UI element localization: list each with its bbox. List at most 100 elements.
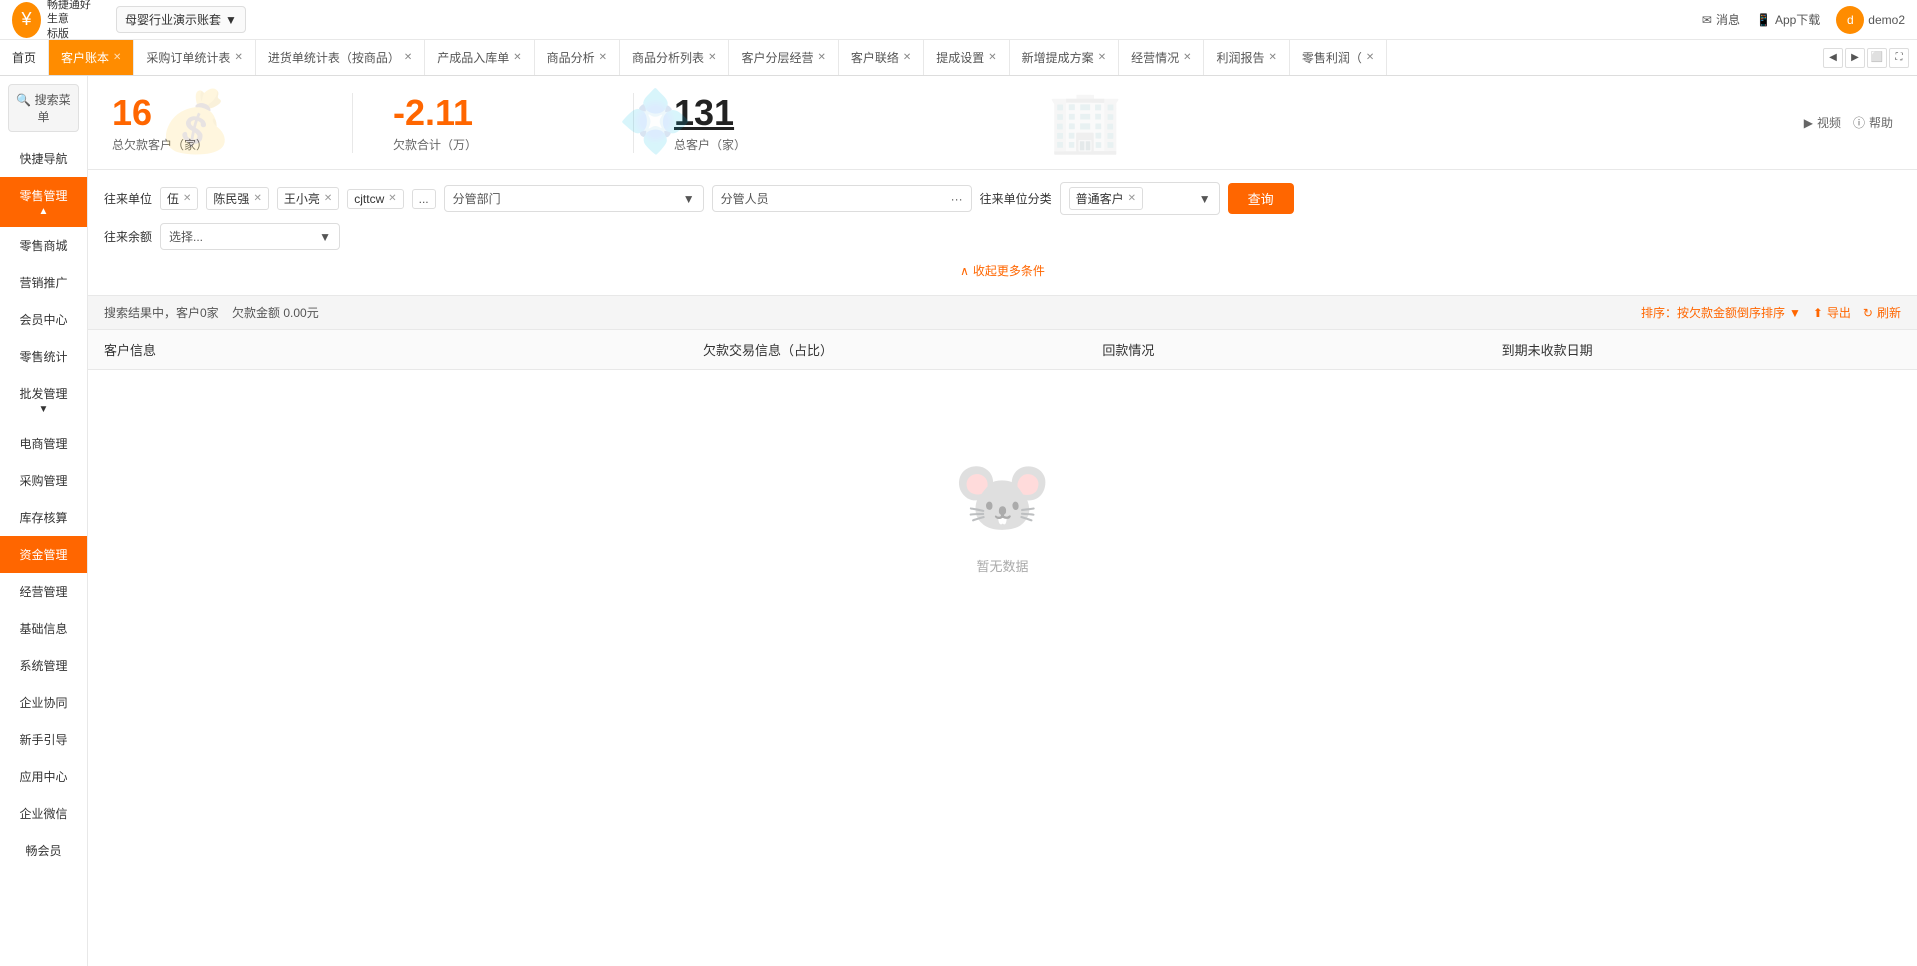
sidebar-item-enterprise-collab[interactable]: 企业协同 xyxy=(0,684,87,721)
filter-tag-chen[interactable]: 陈民强 ✕ xyxy=(206,187,268,210)
stat-block-2: -2.11 欠款合计（万） xyxy=(393,92,593,153)
stats-bar: 💰 💠 🏢 16 总欠款客户（家） -2.11 欠款合计（万） 131 总客户（… xyxy=(88,76,1917,170)
balance-input[interactable]: 选择... ▼ xyxy=(160,223,340,250)
unit-type-dropdown-icon: ▼ xyxy=(1199,192,1211,206)
tab-inbound-stats[interactable]: 进货单统计表（按商品） ✕ xyxy=(256,40,425,76)
sidebar-item-app-center[interactable]: 应用中心 xyxy=(0,758,87,795)
tab-customer-ledger[interactable]: 客户账本 ✕ xyxy=(49,40,134,76)
tab-prev-arrow[interactable]: ◀ xyxy=(1823,48,1843,68)
sidebar-item-ecommerce[interactable]: 电商管理 xyxy=(0,425,87,462)
sidebar-item-system[interactable]: 系统管理 xyxy=(0,647,87,684)
sidebar-item-member[interactable]: 畅会员 xyxy=(0,832,87,869)
tab-close-icon[interactable]: ✕ xyxy=(404,52,412,63)
tab-profit-report[interactable]: 利润报告 ✕ xyxy=(1204,40,1289,76)
tab-close-icon[interactable]: ✕ xyxy=(988,52,996,63)
sidebar-search-area: 🔍 搜索菜单 xyxy=(0,76,87,140)
tab-customer-layer[interactable]: 客户分层经营 ✕ xyxy=(729,40,838,76)
tab-commission-settings[interactable]: 提成设置 ✕ xyxy=(924,40,1009,76)
tab-close-icon[interactable]: ✕ xyxy=(1366,52,1374,63)
empty-state: 🐭 暂无数据 xyxy=(88,370,1917,655)
tab-purchase-order[interactable]: 采购订单统计表 ✕ xyxy=(134,40,255,76)
app-download-button[interactable]: 📱 App下载 xyxy=(1756,11,1820,28)
tab-new-commission[interactable]: 新增提成方案 ✕ xyxy=(1010,40,1119,76)
more-tags-button[interactable]: ... xyxy=(412,189,436,209)
filter-row-2: 往来余额 选择... ▼ xyxy=(104,223,1901,250)
message-button[interactable]: ✉ 消息 xyxy=(1702,11,1740,28)
sidebar-item-retail-mgmt[interactable]: 零售管理 ▲ xyxy=(0,177,87,227)
tab-bar: 首页 客户账本 ✕ 采购订单统计表 ✕ 进货单统计表（按商品） ✕ 产成品入库单… xyxy=(0,40,1917,76)
tab-close-icon[interactable]: ✕ xyxy=(817,52,825,63)
collapse-filter-button[interactable]: ∧ 收起更多条件 xyxy=(956,258,1049,283)
tab-close-icon[interactable]: ✕ xyxy=(234,52,242,63)
tab-close-icon[interactable]: ✕ xyxy=(113,52,121,63)
sort-selector[interactable]: 排序：按欠款金额倒序排序 ▼ xyxy=(1641,304,1801,321)
unit-type-selector[interactable]: 普通客户 ✕ ▼ xyxy=(1060,182,1220,215)
stat-divider-1 xyxy=(352,93,353,153)
filter-tag-wang[interactable]: 王小亮 ✕ xyxy=(277,187,339,210)
user-profile[interactable]: d demo2 xyxy=(1836,6,1905,34)
tab-close-icon[interactable]: ✕ xyxy=(1269,52,1277,63)
balance-dropdown-icon: ▼ xyxy=(319,230,331,244)
stat-bg-icon-3: 🏢 xyxy=(1048,86,1123,157)
sidebar-item-retail-mall[interactable]: 零售商城 xyxy=(0,227,87,264)
tab-close-icon[interactable]: ✕ xyxy=(903,52,911,63)
sidebar-item-operations[interactable]: 经营管理 xyxy=(0,573,87,610)
unit-type-tag[interactable]: 普通客户 ✕ xyxy=(1069,187,1143,210)
tab-expand-icon[interactable]: ⬜ xyxy=(1867,48,1887,68)
sidebar-item-wholesale-mgmt[interactable]: 批发管理 ▼ xyxy=(0,375,87,425)
tab-close-icon[interactable]: ✕ xyxy=(513,52,521,63)
sidebar-item-beginner-guide[interactable]: 新手引导 xyxy=(0,721,87,758)
tab-retail-profit[interactable]: 零售利润（ ✕ xyxy=(1290,40,1387,76)
tab-home[interactable]: 首页 xyxy=(0,40,49,76)
sidebar-item-marketing[interactable]: 营销推广 xyxy=(0,264,87,301)
sidebar: 🔍 搜索菜单 快捷导航 零售管理 ▲ 零售商城 营销推广 会员中心 零售统计 批… xyxy=(0,76,88,966)
tab-product-analysis[interactable]: 商品分析 ✕ xyxy=(535,40,620,76)
tab-product-inbound[interactable]: 产成品入库单 ✕ xyxy=(425,40,534,76)
search-icon: 🔍 xyxy=(16,93,34,107)
tab-next-arrow[interactable]: ▶ xyxy=(1845,48,1865,68)
workspace-selector[interactable]: 母婴行业演示账套 ▼ xyxy=(116,6,246,33)
tab-operation[interactable]: 经营情况 ✕ xyxy=(1119,40,1204,76)
remove-tag-icon[interactable]: ✕ xyxy=(253,193,261,204)
query-button[interactable]: 查询 xyxy=(1228,183,1294,214)
sidebar-item-finance[interactable]: 资金管理 xyxy=(0,536,87,573)
filter-tag-wu[interactable]: 伍 ✕ xyxy=(160,187,198,210)
sidebar-item-quick-nav[interactable]: 快捷导航 xyxy=(0,140,87,177)
tab-close-icon[interactable]: ✕ xyxy=(599,52,607,63)
logo-area: ¥ 畅捷通好生意 标版 xyxy=(12,0,100,41)
video-icon: ▶ xyxy=(1804,116,1813,130)
export-button[interactable]: ⬆ 导出 xyxy=(1813,304,1851,321)
tab-close-icon[interactable]: ✕ xyxy=(1183,52,1191,63)
tab-fullscreen-icon[interactable]: ⛶ xyxy=(1889,48,1909,68)
department-selector[interactable]: 分管部门 ▼ xyxy=(444,185,704,212)
main-layout: 🔍 搜索菜单 快捷导航 零售管理 ▲ 零售商城 营销推广 会员中心 零售统计 批… xyxy=(0,76,1917,966)
empty-state-text: 暂无数据 xyxy=(976,556,1028,575)
sidebar-item-member-center[interactable]: 会员中心 xyxy=(0,301,87,338)
tab-label: 新增提成方案 xyxy=(1022,49,1094,66)
unit-type-label: 往来单位分类 xyxy=(980,190,1052,207)
remove-tag-icon[interactable]: ✕ xyxy=(324,193,332,204)
tab-label: 客户账本 xyxy=(61,49,109,66)
tab-close-icon[interactable]: ✕ xyxy=(708,52,716,63)
refresh-button[interactable]: ↻ 刷新 xyxy=(1863,304,1901,321)
sidebar-item-purchase[interactable]: 采购管理 xyxy=(0,462,87,499)
stat-bg-icon-1: 💰 xyxy=(158,86,233,157)
sidebar-item-enterprise-wechat[interactable]: 企业微信 xyxy=(0,795,87,832)
remove-unit-type-icon[interactable]: ✕ xyxy=(1128,193,1136,204)
message-icon: ✉ xyxy=(1702,13,1712,27)
sidebar-item-basic-info[interactable]: 基础信息 xyxy=(0,610,87,647)
tab-home-label: 首页 xyxy=(12,49,36,66)
tab-product-analysis-list[interactable]: 商品分析列表 ✕ xyxy=(620,40,729,76)
sidebar-item-retail-stats[interactable]: 零售统计 xyxy=(0,338,87,375)
video-help-button[interactable]: ▶ 视频 xyxy=(1804,114,1841,131)
help-button[interactable]: ⓘ 帮助 xyxy=(1853,114,1893,131)
result-summary: 搜索结果中，客户0家 欠款金额 0.00元 xyxy=(104,304,319,321)
remove-tag-icon[interactable]: ✕ xyxy=(388,193,396,204)
tab-close-icon[interactable]: ✕ xyxy=(1098,52,1106,63)
search-menu-button[interactable]: 🔍 搜索菜单 xyxy=(8,84,79,132)
manager-selector[interactable]: 分管人员 ··· xyxy=(712,185,972,212)
tab-customer-contact[interactable]: 客户联络 ✕ xyxy=(839,40,924,76)
remove-tag-icon[interactable]: ✕ xyxy=(183,193,191,204)
filter-tag-cjttcw[interactable]: cjttcw ✕ xyxy=(347,189,403,209)
sidebar-item-inventory[interactable]: 库存核算 xyxy=(0,499,87,536)
